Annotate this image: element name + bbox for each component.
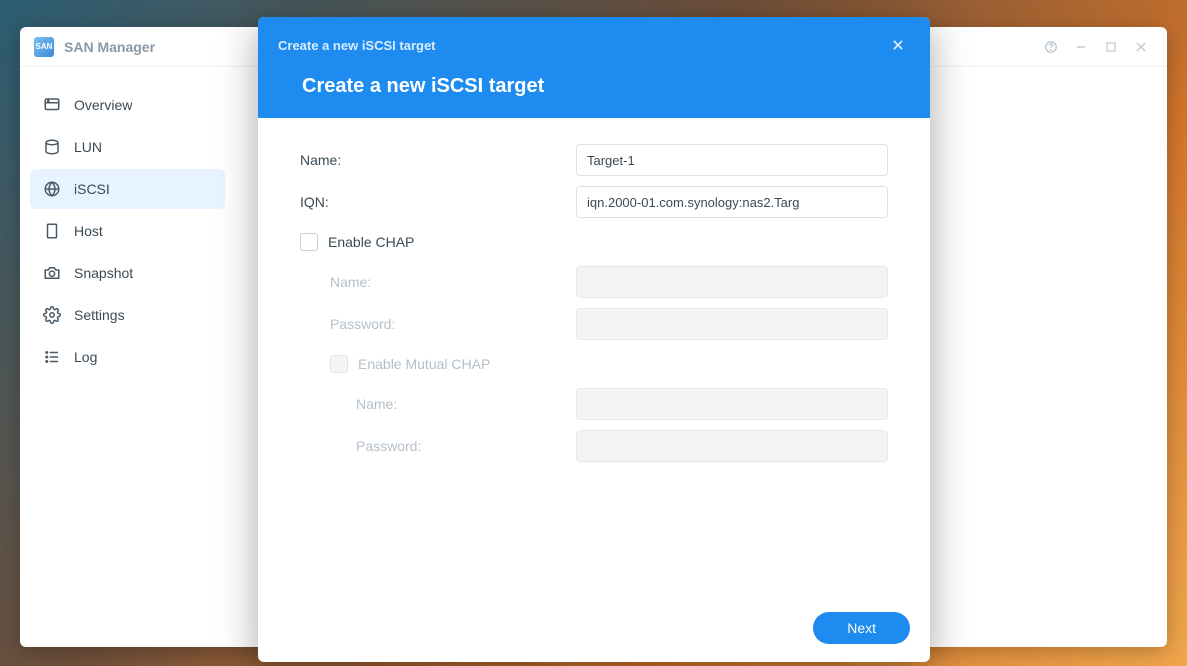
iqn-input[interactable] (576, 186, 888, 218)
sidebar-item-host[interactable]: Host (30, 211, 225, 251)
maximize-button[interactable] (1099, 35, 1123, 59)
sidebar-item-label: Host (74, 223, 103, 239)
dialog-body: Name: IQN: Enable CHAP Name: Password: E… (258, 118, 930, 598)
iqn-label: IQN: (300, 194, 576, 210)
globe-icon (42, 179, 62, 199)
minimize-button[interactable] (1069, 35, 1093, 59)
name-label: Name: (300, 152, 576, 168)
chap-password-label: Password: (330, 316, 576, 332)
list-icon (42, 347, 62, 367)
dialog-header: Create a new iSCSI target Create a new i… (258, 17, 930, 118)
sidebar-item-label: Snapshot (74, 265, 133, 281)
chap-name-input (576, 266, 888, 298)
close-dialog-button[interactable] (886, 33, 910, 57)
help-button[interactable] (1039, 35, 1063, 59)
name-input[interactable] (576, 144, 888, 176)
close-app-button[interactable] (1129, 35, 1153, 59)
sidebar-item-iscsi[interactable]: iSCSI (30, 169, 225, 209)
sidebar-item-overview[interactable]: Overview (30, 85, 225, 125)
chap-password-input (576, 308, 888, 340)
sidebar-item-snapshot[interactable]: Snapshot (30, 253, 225, 293)
dialog-footer: Next (258, 598, 930, 662)
mutual-chap-name-input (576, 388, 888, 420)
mutual-chap-name-label: Name: (356, 396, 576, 412)
enable-chap-label[interactable]: Enable CHAP (328, 234, 414, 250)
camera-icon (42, 263, 62, 283)
sidebar-item-log[interactable]: Log (30, 337, 225, 377)
chap-name-label: Name: (330, 274, 576, 290)
next-button[interactable]: Next (813, 612, 910, 644)
dialog-breadcrumb: Create a new iSCSI target (278, 38, 436, 53)
app-icon: SAN (34, 37, 54, 57)
sidebar-item-label: LUN (74, 139, 102, 155)
enable-chap-checkbox[interactable] (300, 233, 318, 251)
sidebar-item-settings[interactable]: Settings (30, 295, 225, 335)
mutual-chap-password-label: Password: (356, 438, 576, 454)
overview-icon (42, 95, 62, 115)
host-icon (42, 221, 62, 241)
lun-icon (42, 137, 62, 157)
sidebar: Overview LUN iSCSI Host (20, 67, 235, 647)
gear-icon (42, 305, 62, 325)
sidebar-item-label: iSCSI (74, 181, 110, 197)
enable-mutual-chap-checkbox (330, 355, 348, 373)
sidebar-item-label: Settings (74, 307, 125, 323)
sidebar-item-label: Overview (74, 97, 132, 113)
app-title: SAN Manager (64, 39, 155, 55)
enable-mutual-chap-label: Enable Mutual CHAP (358, 356, 490, 372)
mutual-chap-password-input (576, 430, 888, 462)
sidebar-item-label: Log (74, 349, 97, 365)
create-iscsi-target-dialog: Create a new iSCSI target Create a new i… (258, 17, 930, 662)
dialog-title: Create a new iSCSI target (278, 75, 910, 98)
sidebar-item-lun[interactable]: LUN (30, 127, 225, 167)
